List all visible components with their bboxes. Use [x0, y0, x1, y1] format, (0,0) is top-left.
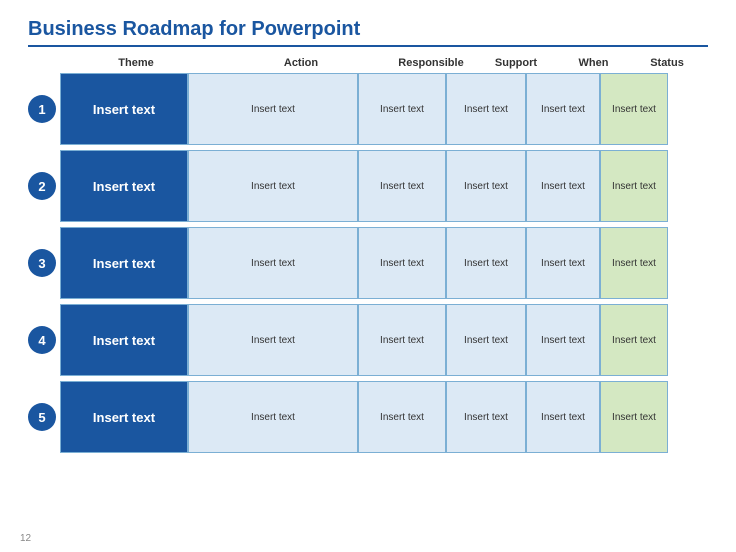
table-row: 1Insert textInsert textInsert textInsert…	[28, 73, 708, 145]
cell-support[interactable]: Insert text	[446, 73, 526, 145]
cell-status[interactable]: Insert text	[600, 227, 668, 299]
cell-responsible[interactable]: Insert text	[358, 73, 446, 145]
row-number: 1	[28, 95, 56, 123]
cell-responsible[interactable]: Insert text	[358, 304, 446, 376]
cell-action[interactable]: Insert text	[188, 381, 358, 453]
header-status: Status	[631, 57, 703, 69]
cell-action[interactable]: Insert text	[188, 150, 358, 222]
cell-when[interactable]: Insert text	[526, 73, 600, 145]
table-row: 2Insert textInsert textInsert textInsert…	[28, 150, 708, 222]
table-row: 3Insert textInsert textInsert textInsert…	[28, 227, 708, 299]
cell-action[interactable]: Insert text	[188, 73, 358, 145]
cell-responsible[interactable]: Insert text	[358, 150, 446, 222]
cell-support[interactable]: Insert text	[446, 381, 526, 453]
cell-action[interactable]: Insert text	[188, 304, 358, 376]
cell-status[interactable]: Insert text	[600, 150, 668, 222]
header-action: Action	[216, 57, 386, 69]
cell-theme[interactable]: Insert text	[60, 73, 188, 145]
rows-container: 1Insert textInsert textInsert textInsert…	[28, 73, 708, 453]
cell-when[interactable]: Insert text	[526, 150, 600, 222]
cell-action[interactable]: Insert text	[188, 227, 358, 299]
row-number: 3	[28, 249, 56, 277]
row-number: 4	[28, 326, 56, 354]
cell-theme[interactable]: Insert text	[60, 304, 188, 376]
cell-support[interactable]: Insert text	[446, 227, 526, 299]
cell-theme[interactable]: Insert text	[60, 227, 188, 299]
table-row: 4Insert textInsert textInsert textInsert…	[28, 304, 708, 376]
cell-when[interactable]: Insert text	[526, 304, 600, 376]
row-number: 5	[28, 403, 56, 431]
page-number: 12	[20, 533, 31, 544]
header-support: Support	[476, 57, 556, 69]
cell-responsible[interactable]: Insert text	[358, 381, 446, 453]
cell-support[interactable]: Insert text	[446, 150, 526, 222]
header-row: Theme Action Responsible Support When St…	[28, 57, 708, 69]
cell-responsible[interactable]: Insert text	[358, 227, 446, 299]
cell-status[interactable]: Insert text	[600, 73, 668, 145]
table-row: 5Insert textInsert textInsert textInsert…	[28, 381, 708, 453]
page-title: Business Roadmap for Powerpoint	[28, 18, 708, 41]
page: Business Roadmap for Powerpoint Theme Ac…	[0, 0, 736, 552]
cell-when[interactable]: Insert text	[526, 381, 600, 453]
header-responsible: Responsible	[386, 57, 476, 69]
cell-theme[interactable]: Insert text	[60, 150, 188, 222]
row-number: 2	[28, 172, 56, 200]
cell-status[interactable]: Insert text	[600, 381, 668, 453]
header-theme: Theme	[56, 57, 216, 69]
cell-when[interactable]: Insert text	[526, 227, 600, 299]
header-when: When	[556, 57, 631, 69]
title-divider	[28, 45, 708, 47]
cell-support[interactable]: Insert text	[446, 304, 526, 376]
cell-theme[interactable]: Insert text	[60, 381, 188, 453]
cell-status[interactable]: Insert text	[600, 304, 668, 376]
